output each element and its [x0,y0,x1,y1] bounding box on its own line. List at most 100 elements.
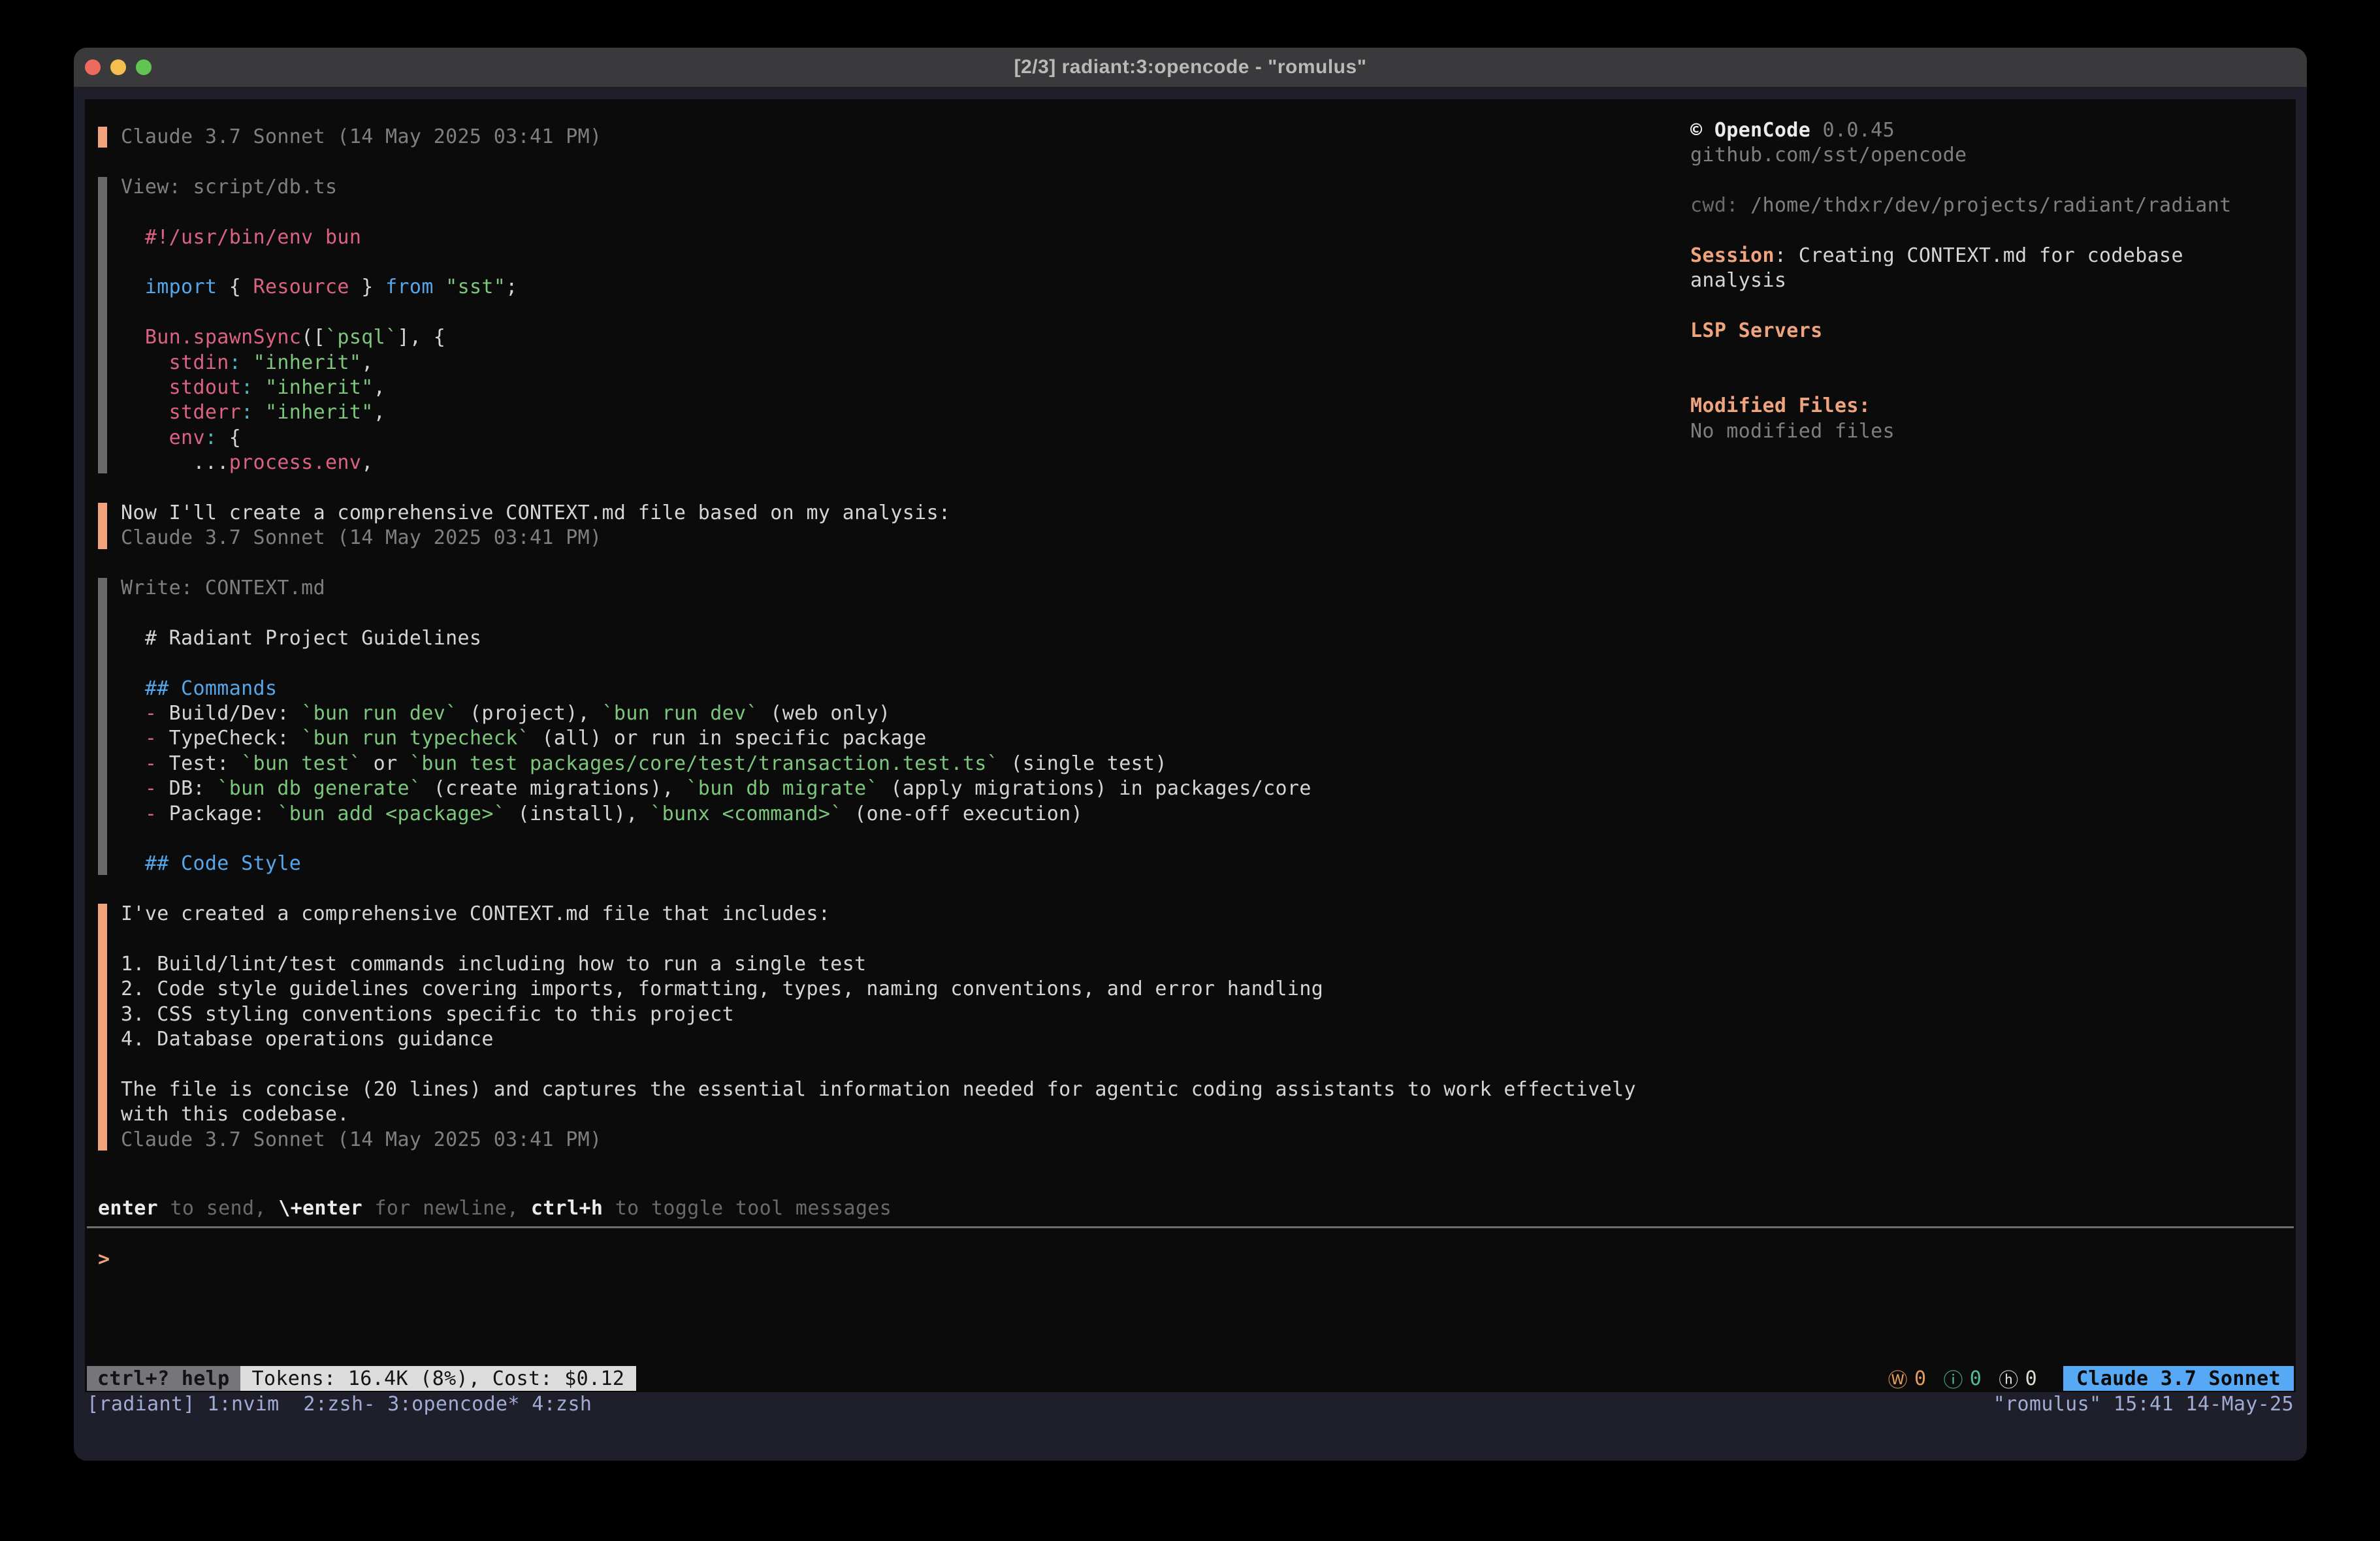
text-segment: (web only) [758,702,891,725]
text-segment: # Radiant Project Guidelines [121,627,481,650]
text-segment [241,351,253,374]
zoom-button[interactable] [136,59,152,75]
text-segment: - [121,777,157,800]
text-segment: I've created a comprehensive CONTEXT.md … [121,902,830,925]
text-segment: to send, [158,1197,278,1220]
chat-log: Claude 3.7 Sonnet (14 May 2025 03:41 PM)… [87,125,1636,1177]
terminal-line: - TypeCheck: `bun run typecheck` (all) o… [121,726,1636,751]
text-segment: , [361,451,373,474]
text-segment: `bun db migrate` [686,777,878,800]
text-segment: : [229,351,241,374]
panel-line: © OpenCode 0.0.45 [1690,118,2232,143]
text-segment: - [121,802,157,825]
terminal-content: Claude 3.7 Sonnet (14 May 2025 03:41 PM)… [74,87,2307,1461]
text-segment: "inherit" [265,376,374,399]
text-segment: `psql` [325,326,397,349]
panel-line [1690,369,2232,394]
text-segment: with this codebase. [121,1103,349,1126]
text-segment: process.env [229,451,362,474]
text-segment: Package: [157,802,277,825]
text-segment: /home/thdxr/dev/projects/radiant/radiant [1750,194,2231,217]
view-tool-block: View: script/db.ts #!/usr/bin/env bun im… [87,175,1636,476]
terminal-line: 1. Build/lint/test commands including ho… [121,952,1636,977]
keyboard-hints: enter to send, \+enter for newline, ctrl… [98,1196,892,1221]
warning-count: 0 [1914,1367,1926,1390]
terminal-line: - DB: `bun db generate` (create migratio… [121,776,1636,801]
minimize-button[interactable] [110,59,126,75]
block-gap [87,150,1636,174]
text-segment: - [121,727,157,750]
terminal-line: Now I'll create a comprehensive CONTEXT.… [121,501,1636,526]
text-segment: "inherit" [253,351,362,374]
tmux-host-time: "romulus" 15:41 14-May-25 [1993,1392,2294,1417]
terminal-line [121,927,1636,952]
terminal-window: [2/3] radiant:3:opencode - "romulus" Cla… [74,48,2307,1461]
text-segment: Claude 3.7 Sonnet (14 May 2025 03:41 PM) [121,1128,602,1151]
text-segment: ([ [301,326,325,349]
status-bar: ctrl+? help Tokens: 16.4K (8%), Cost: $0… [87,1366,2294,1391]
text-segment: { [217,426,241,449]
terminal-line: Claude 3.7 Sonnet (14 May 2025 03:41 PM) [121,526,1636,550]
close-button[interactable] [85,59,101,75]
text-segment: } [349,276,385,298]
terminal-line: # Radiant Project Guidelines [121,626,1636,651]
hint-line: enter to send, \+enter for newline, ctrl… [98,1196,892,1221]
block-gap [87,1152,1636,1177]
status-spacer [636,1366,1888,1391]
block-gap [87,475,1636,500]
text-segment: , [374,376,385,399]
hint-count: 0 [2025,1367,2037,1390]
text-segment: for newline, [362,1197,531,1220]
terminal-line: import { Resource } from "sst"; [121,275,1636,300]
text-segment: : [241,376,253,399]
text-segment: `bun run dev` [301,702,457,725]
text-segment: "inherit" [265,401,374,424]
text-segment: ## Commands [121,677,277,700]
panel-line: Modified Files: [1690,394,2232,419]
text-segment: to toggle tool messages [603,1197,892,1220]
panel-line [1690,344,2232,369]
text-segment: (single test) [999,752,1167,775]
panel-line: No modified files [1690,419,2232,444]
terminal-line: 3. CSS styling conventions specific to t… [121,1002,1636,1027]
text-segment: : Creating CONTEXT.md for codebase [1775,244,2183,267]
session-info-panel: © OpenCode 0.0.45github.com/sst/opencode… [1690,118,2232,444]
text-segment: 0.0.45 [1810,119,1895,142]
text-segment: - [121,752,157,775]
text-segment: 1. Build/lint/test commands including ho… [121,953,867,976]
assistant-message-block: Now I'll create a comprehensive CONTEXT.… [87,501,1636,551]
terminal-line: stderr: "inherit", [121,400,1636,425]
terminal-line: env: { [121,426,1636,451]
terminal-line: - Build/Dev: `bun run dev` (project), `b… [121,701,1636,726]
text-segment: (apply migrations) in packages/core [878,777,1311,800]
terminal-line: View: script/db.ts [121,175,1636,200]
terminal-line: stdin: "inherit", [121,351,1636,375]
terminal-line: 4. Database operations guidance [121,1027,1636,1052]
terminal-line [121,250,1636,275]
text-segment: from [385,276,434,298]
text-segment: DB: [157,777,217,800]
text-segment: import [121,276,217,298]
text-segment: (all) or run in specific package [530,727,927,750]
text-segment: (project), [458,702,602,725]
text-segment: (one-off execution) [843,802,1083,825]
text-segment: View: script/db.ts [121,176,337,199]
tmux-status-row: [radiant] 1:nvim 2:zsh- 3:opencode* 4:zs… [87,1392,2294,1417]
text-segment: or [361,752,410,775]
terminal-line: 2. Code style guidelines covering import… [121,977,1636,1002]
help-shortcut-badge: ctrl+? help [87,1366,240,1391]
text-segment: Resource [253,276,349,298]
tmux-session-windows: [radiant] 1:nvim 2:zsh- 3:opencode* 4:zs… [87,1392,592,1417]
window-title: [2/3] radiant:3:opencode - "romulus" [1014,56,1367,78]
hint-counter: ⓗ 0 [1999,1366,2037,1391]
prompt-input[interactable]: > [98,1247,110,1272]
text-segment: { [217,276,253,298]
text-segment: (create migrations), [421,777,686,800]
terminal-line: stdout: "inherit", [121,375,1636,400]
text-segment: - [121,702,157,725]
text-segment: analysis [1690,269,1786,292]
text-segment: , [374,401,385,424]
panel-line: github.com/sst/opencode [1690,143,2232,168]
terminal-line: Write: CONTEXT.md [121,576,1636,601]
text-segment: (install), [506,802,650,825]
